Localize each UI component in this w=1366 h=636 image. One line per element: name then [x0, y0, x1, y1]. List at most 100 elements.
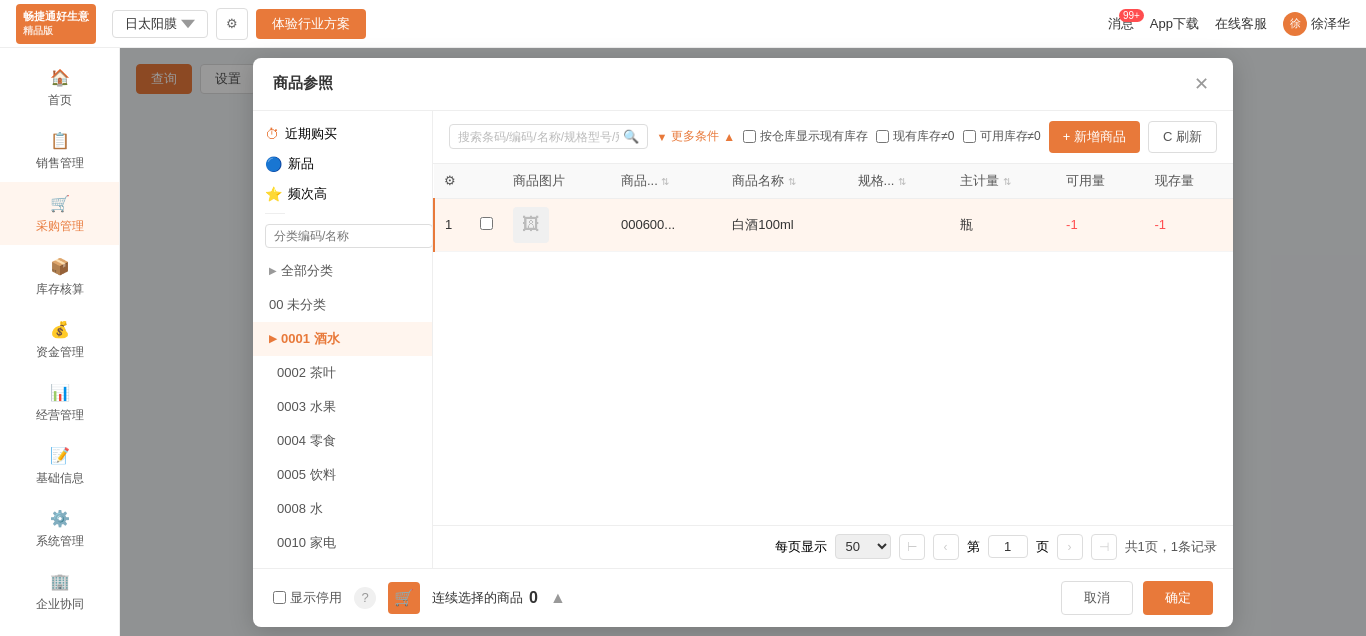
product-table-wrap: ⚙ 商品图片 商品... [433, 164, 1233, 525]
filter-icon: ▼ [656, 131, 667, 143]
col-stock: 现存量 [1145, 164, 1233, 199]
sidebar-item-finance[interactable]: 💰 资金管理 [0, 308, 119, 371]
frequent-nav[interactable]: ⭐ 频次高 [253, 179, 432, 209]
product-table: ⚙ 商品图片 商品... [433, 164, 1233, 252]
modal-close-button[interactable]: ✕ [1189, 72, 1213, 96]
clock-icon: ⏱ [265, 126, 279, 142]
row-index: 1 [434, 198, 470, 251]
finance-icon: 💰 [49, 318, 71, 340]
col-unit[interactable]: 主计量 [950, 164, 1056, 199]
sidebar-collapse-button[interactable]: ◀ [432, 293, 433, 333]
sidebar-item-home[interactable]: 🏠 首页 [0, 56, 119, 119]
modal-body: ⏱ 近期购买 🔵 新品 ⭐ 频次高 [253, 111, 1233, 568]
sidebar-item-system[interactable]: ⚙️ 系统管理 [0, 497, 119, 560]
filter-button[interactable]: ▼ 更多条件 ▲ [656, 128, 735, 145]
show-disabled-checkbox-label[interactable]: 显示停用 [273, 589, 342, 607]
category-search-input[interactable] [265, 224, 433, 248]
sidebar-item-enterprise[interactable]: 🏢 企业协同 [0, 560, 119, 623]
star-icon: ⭐ [265, 186, 282, 202]
last-page-button[interactable]: ⊣ [1091, 534, 1117, 560]
first-page-button[interactable]: ⊢ [899, 534, 925, 560]
category-00[interactable]: 00 未分类 [253, 288, 432, 322]
modal-toolbar: 🔍 ▼ 更多条件 ▲ 按仓库显示现有库存 [433, 111, 1233, 164]
modal-sidebar: ⏱ 近期购买 🔵 新品 ⭐ 频次高 [253, 111, 433, 568]
confirm-button[interactable]: 确定 [1143, 581, 1213, 615]
sidebar-item-basic[interactable]: 📝 基础信息 [0, 434, 119, 497]
category-0005[interactable]: 0005 饮料 [253, 458, 432, 492]
show-disabled-checkbox[interactable] [273, 591, 286, 604]
category-0002[interactable]: 0002 茶叶 [253, 356, 432, 390]
product-reference-modal: 商品参照 ✕ ⏱ 近期购买 🔵 新品 [253, 58, 1233, 627]
modal-title: 商品参照 [273, 74, 333, 93]
help-icon[interactable]: ? [354, 587, 376, 609]
home-icon: 🏠 [49, 66, 71, 88]
category-0001[interactable]: ▶ 0001 酒水 [253, 322, 432, 356]
warehouse-checkbox-label[interactable]: 按仓库显示现有库存 [743, 128, 868, 145]
product-search-icon[interactable]: 🔍 [623, 129, 639, 144]
cart-collapse-icon[interactable]: ▲ [550, 589, 566, 607]
system-icon: ⚙️ [49, 507, 71, 529]
page-input[interactable] [988, 535, 1028, 558]
enterprise-icon: 🏢 [49, 570, 71, 592]
col-name[interactable]: 商品名称 [722, 164, 847, 199]
cart-icon[interactable]: 🛒 [388, 582, 420, 614]
col-spec[interactable]: 规格... [848, 164, 951, 199]
next-page-button[interactable]: › [1057, 534, 1083, 560]
col-code[interactable]: 商品... [611, 164, 722, 199]
sidebar-item-inventory[interactable]: 📦 库存核算 [0, 245, 119, 308]
app-logo: 畅捷通好生意 精品版 [16, 4, 96, 44]
category-0004[interactable]: 0004 零食 [253, 424, 432, 458]
col-available: 可用量 [1056, 164, 1144, 199]
col-settings[interactable]: ⚙ [434, 164, 470, 199]
col-image: 商品图片 [503, 164, 611, 199]
row-check[interactable] [470, 198, 503, 251]
category-all[interactable]: ▶ 全部分类 [253, 254, 432, 288]
sidebar-item-sales[interactable]: 📋 销售管理 [0, 119, 119, 182]
sidebar-item-guide[interactable]: 🎯 新手引导 [0, 623, 119, 636]
purchase-icon: 🛒 [49, 192, 71, 214]
row-code: 000600... [611, 198, 722, 251]
pagination-info: 共1页，1条记录 [1125, 538, 1217, 556]
available-nonzero-checkbox-label[interactable]: 可用库存≠0 [963, 128, 1041, 145]
app-download[interactable]: App下载 [1150, 15, 1199, 33]
refresh-button[interactable]: C 刷新 [1148, 121, 1217, 153]
table-row[interactable]: 1 🖼 000600... 白酒100ml 瓶 [434, 198, 1233, 251]
arrow-icon: ▶ [269, 265, 277, 276]
add-product-button[interactable]: + 新增商品 [1049, 121, 1140, 153]
main-layout: 🏠 首页 📋 销售管理 🛒 采购管理 📦 库存核算 💰 资金管理 📊 经营管理 … [0, 48, 1366, 636]
settings-icon[interactable]: ⚙ [216, 8, 248, 40]
product-search-input[interactable] [458, 130, 619, 144]
store-dropdown[interactable]: 日太阳膜 [112, 10, 208, 38]
stock-nonzero-checkbox-label[interactable]: 现有库存≠0 [876, 128, 954, 145]
prev-page-button[interactable]: ‹ [933, 534, 959, 560]
sidebar-item-operations[interactable]: 📊 经营管理 [0, 371, 119, 434]
recent-purchases-nav[interactable]: ⏱ 近期购买 [253, 119, 432, 149]
stock-nonzero-checkbox[interactable] [876, 130, 889, 143]
trial-button[interactable]: 体验行业方案 [256, 9, 366, 39]
sidebar: 🏠 首页 📋 销售管理 🛒 采购管理 📦 库存核算 💰 资金管理 📊 经营管理 … [0, 48, 120, 636]
category-0003[interactable]: 0003 水果 [253, 390, 432, 424]
online-service[interactable]: 在线客服 [1215, 15, 1267, 33]
col-check [470, 164, 503, 199]
warehouse-checkbox[interactable] [743, 130, 756, 143]
cancel-button[interactable]: 取消 [1061, 581, 1133, 615]
available-nonzero-checkbox[interactable] [963, 130, 976, 143]
sidebar-item-purchase[interactable]: 🛒 采购管理 [0, 182, 119, 245]
row-unit: 瓶 [950, 198, 1056, 251]
category-0008[interactable]: 0008 水 [253, 492, 432, 526]
filter-arrow-icon: ▲ [723, 130, 735, 144]
content-area: 查询 设置 刷新 商品参照 ✕ ⏱ [120, 48, 1366, 636]
product-search-box: 🔍 [449, 124, 648, 149]
navbar: 畅捷通好生意 精品版 日太阳膜 ⚙ 体验行业方案 消息 99+ App下载 在线… [0, 0, 1366, 48]
page-size-select[interactable]: 50 20 100 [835, 534, 891, 559]
row-spec [848, 198, 951, 251]
row-image: 🖼 [503, 198, 611, 251]
modal-header: 商品参照 ✕ [253, 58, 1233, 111]
row-available: -1 [1056, 198, 1144, 251]
messages-badge[interactable]: 消息 99+ [1108, 15, 1134, 33]
user-avatar[interactable]: 徐 徐泽华 [1283, 12, 1350, 36]
navbar-right: 消息 99+ App下载 在线客服 徐 徐泽华 [1108, 12, 1350, 36]
modal-main: 🔍 ▼ 更多条件 ▲ 按仓库显示现有库存 [433, 111, 1233, 568]
new-products-nav[interactable]: 🔵 新品 [253, 149, 432, 179]
category-0010[interactable]: 0010 家电 [253, 526, 432, 560]
